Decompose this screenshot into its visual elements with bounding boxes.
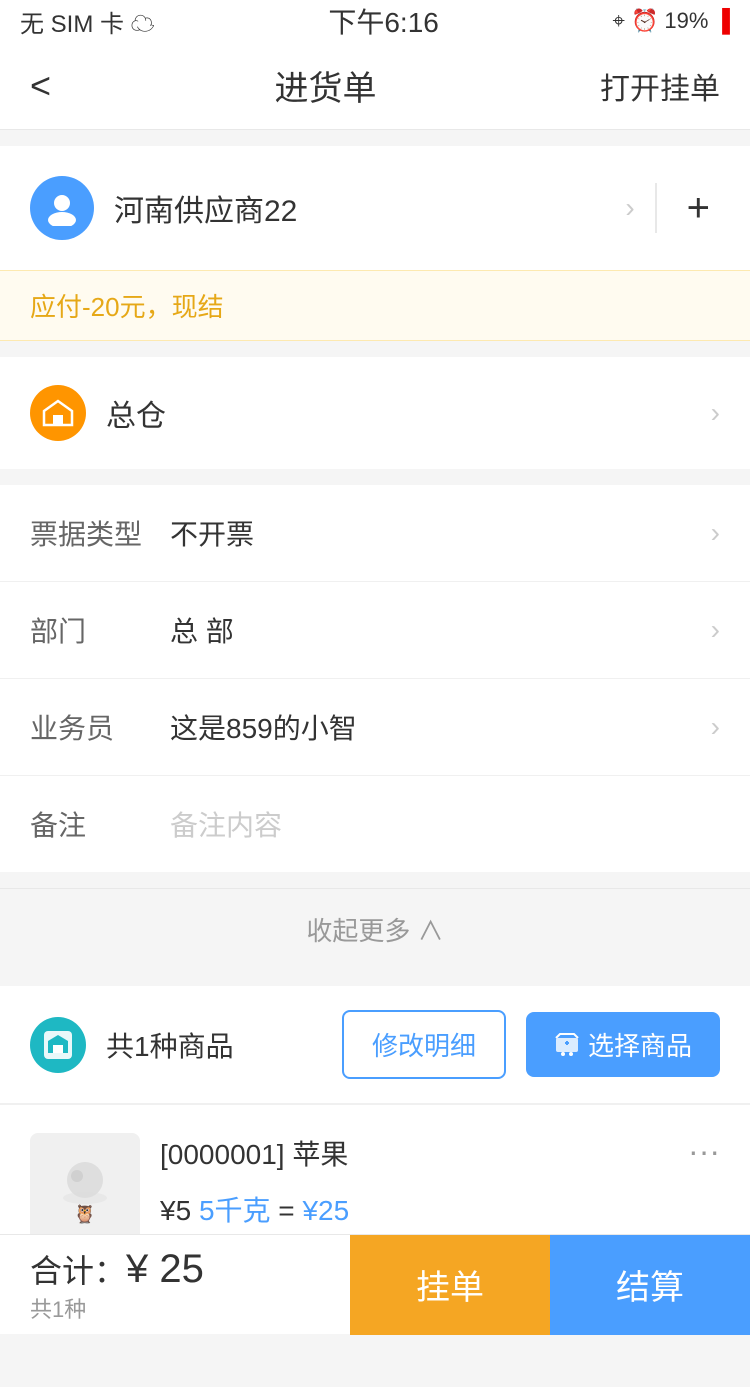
warehouse-section: 总仓 ›	[0, 357, 750, 469]
status-time: 下午6:16	[328, 1, 439, 41]
salesman-label: 业务员	[30, 707, 150, 747]
total-amount: 合计：¥ 25	[30, 1246, 320, 1292]
remark-row[interactable]: 备注 备注内容	[0, 775, 750, 872]
page-title: 进货单	[275, 61, 377, 110]
department-label: 部门	[30, 610, 150, 650]
product-price: ¥5 5千克 = ¥25	[160, 1189, 668, 1229]
total-sub: 共1种	[30, 1292, 320, 1324]
invoice-value: 不开票	[150, 513, 711, 553]
supplier-avatar	[30, 176, 94, 240]
invoice-label: 票据类型	[30, 513, 150, 553]
bottom-bar: 合计：¥ 25 共1种 挂单 结算	[0, 1234, 750, 1334]
warehouse-icon	[30, 385, 86, 441]
quantity-value: 5千克	[199, 1195, 271, 1226]
invoice-chevron-icon: ›	[711, 517, 720, 549]
invoice-row[interactable]: 票据类型 不开票 ›	[0, 485, 750, 581]
warehouse-name: 总仓	[106, 391, 711, 435]
alarm-icon: ⏰	[631, 8, 658, 34]
salesman-value: 这是859的小智	[150, 707, 711, 747]
salesman-chevron-icon: ›	[711, 711, 720, 743]
department-chevron-icon: ›	[711, 614, 720, 646]
battery-text: 19%	[664, 8, 708, 34]
edit-detail-button[interactable]: 修改明细	[342, 1010, 506, 1079]
nav-bar: < 进货单 打开挂单	[0, 42, 750, 130]
products-count: 共1种商品	[106, 1025, 322, 1065]
remark-input[interactable]: 备注内容	[150, 804, 720, 844]
supplier-name: 河南供应商22	[114, 186, 625, 230]
svg-text:🦉: 🦉	[74, 1204, 96, 1224]
checkout-button[interactable]: 结算	[550, 1235, 750, 1335]
cart-icon	[554, 1032, 580, 1058]
department-value: 总 部	[150, 610, 711, 650]
product-info: [0000001] 苹果 ¥5 5千克 = ¥25	[160, 1133, 668, 1229]
form-section: 票据类型 不开票 › 部门 总 部 › 业务员 这是859的小智 › 备注 备注…	[0, 485, 750, 872]
salesman-row[interactable]: 业务员 这是859的小智 ›	[0, 678, 750, 775]
add-supplier-button[interactable]: +	[677, 186, 720, 231]
status-left: 无 SIM 卡 ☁	[20, 4, 155, 39]
warehouse-chevron-icon: ›	[711, 397, 720, 429]
department-row[interactable]: 部门 总 部 ›	[0, 581, 750, 678]
battery-icon: ▐	[714, 8, 730, 34]
product-name: [0000001] 苹果	[160, 1133, 668, 1173]
products-header: 共1种商品 修改明细 选择商品	[0, 986, 750, 1104]
supplier-row[interactable]: 河南供应商22 › +	[0, 146, 750, 270]
supplier-section: 河南供应商22 › + 应付-20元，现结	[0, 146, 750, 341]
supplier-divider	[655, 183, 657, 233]
total-value: ¥25	[302, 1195, 349, 1226]
location-icon: ⌖	[613, 8, 625, 34]
collapse-bar[interactable]: 收起更多 ∧	[0, 888, 750, 970]
price-value: ¥5	[160, 1195, 191, 1226]
back-button[interactable]: <	[30, 65, 51, 107]
signal-text: 无 SIM 卡 ☁	[20, 4, 155, 39]
select-product-label: 选择商品	[588, 1026, 692, 1063]
status-right: ⌖ ⏰ 19% ▐	[613, 8, 730, 34]
equals-sign: =	[278, 1195, 302, 1226]
total-value: ¥ 25	[126, 1247, 204, 1291]
select-product-button[interactable]: 选择商品	[526, 1012, 720, 1077]
status-bar: 无 SIM 卡 ☁ 下午6:16 ⌖ ⏰ 19% ▐	[0, 0, 750, 42]
product-thumbnail: 🦉	[30, 1133, 140, 1243]
product-more-button[interactable]: ···	[688, 1133, 720, 1170]
hang-button[interactable]: 挂单	[350, 1235, 550, 1335]
total-label: 合计：	[30, 1253, 126, 1289]
remark-label: 备注	[30, 804, 150, 844]
warehouse-row[interactable]: 总仓 ›	[0, 357, 750, 469]
total-info: 合计：¥ 25 共1种	[0, 1246, 350, 1324]
open-hang-button[interactable]: 打开挂单	[600, 64, 720, 108]
notice-banner: 应付-20元，现结	[0, 270, 750, 341]
products-icon	[30, 1017, 86, 1073]
supplier-chevron-icon: ›	[625, 192, 634, 224]
